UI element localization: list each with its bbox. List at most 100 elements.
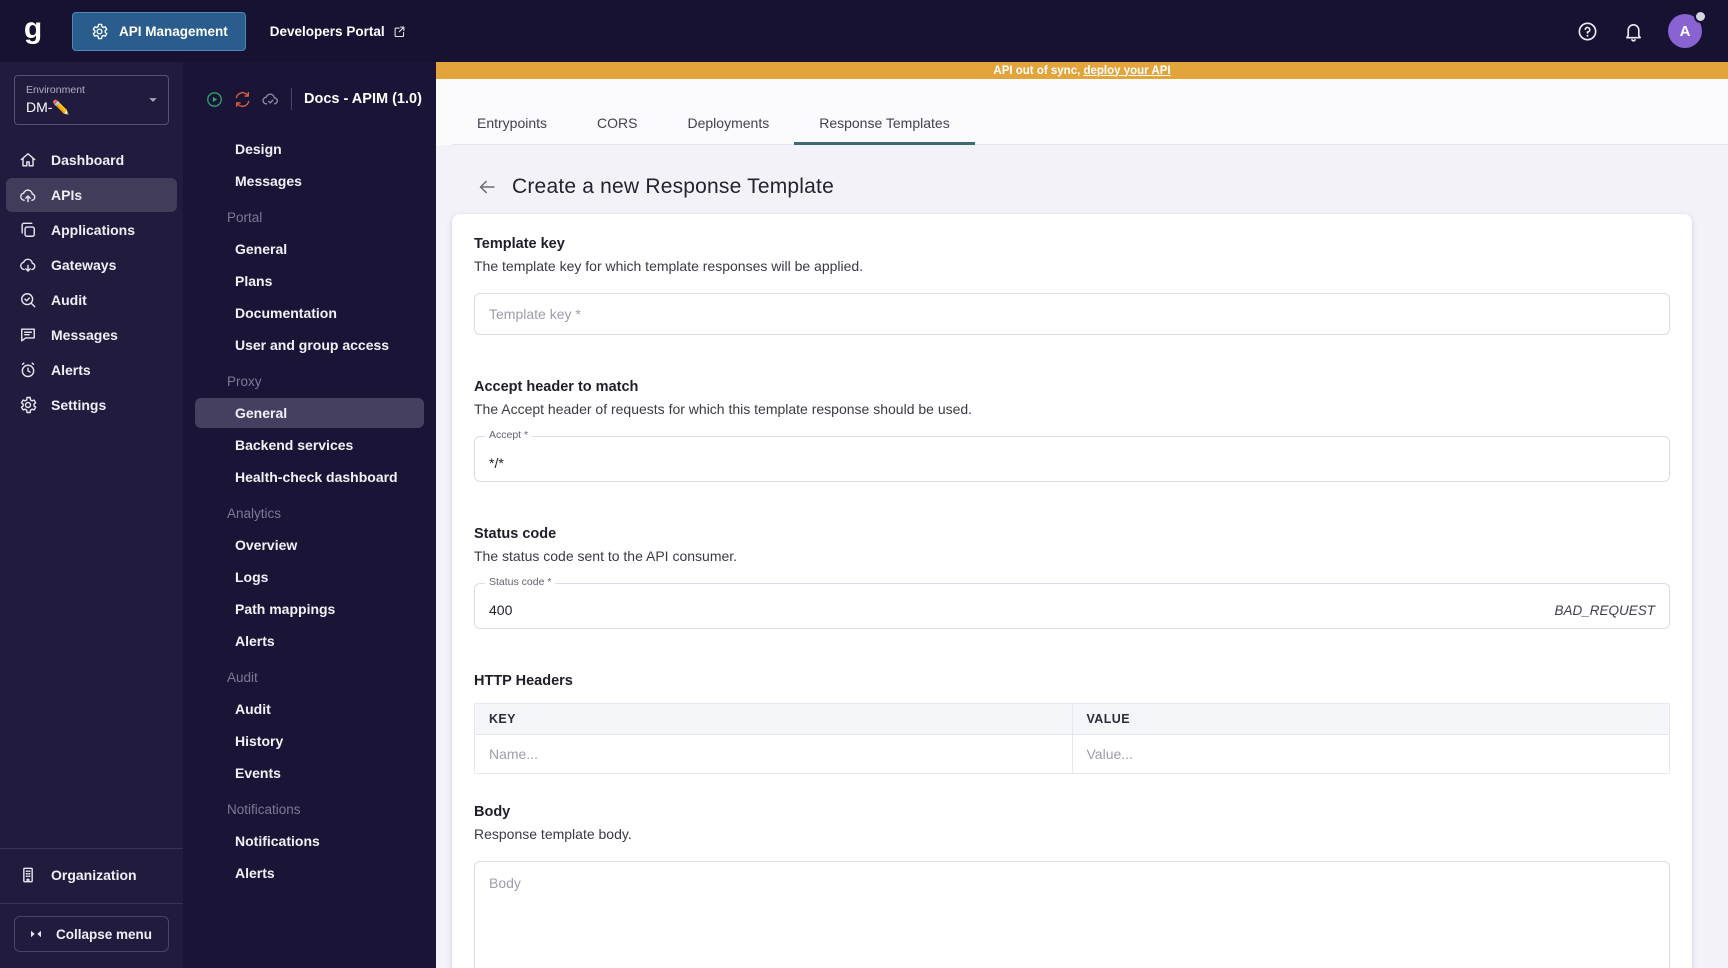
sidebar-item-label: Gateways [51, 257, 117, 273]
menu-item-alerts[interactable]: Alerts [195, 858, 424, 888]
copy-icon [18, 220, 38, 240]
sidebar-item-messages[interactable]: Messages [6, 318, 177, 352]
primary-sidebar: Environment DM-✏️ Dashboard APIs Applicati… [0, 62, 183, 968]
page-header: Create a new Response Template [476, 175, 1728, 199]
notifications-bell-icon[interactable] [1622, 20, 1645, 43]
collapse-menu-label: Collapse menu [56, 926, 153, 942]
tab-response-templates[interactable]: Response Templates [794, 101, 976, 145]
status-code-description: The status code sent to the API consumer… [474, 548, 738, 564]
back-arrow-icon[interactable] [476, 176, 498, 198]
header-key-input[interactable] [475, 735, 1072, 773]
menu-item-path-mappings[interactable]: Path mappings [195, 594, 424, 624]
organization-label: Organization [51, 867, 137, 883]
template-key-title: Template key [474, 236, 565, 252]
api-menu-groups: Design Messages Portal General Plans Document… [183, 116, 436, 906]
sidebar-item-label: Dashboard [51, 152, 125, 168]
menu-item-history[interactable]: History [195, 726, 424, 756]
collapse-menu-button[interactable]: Collapse menu [14, 916, 169, 952]
sidebar-nav: Dashboard APIs Applications Gateways Audit Me… [0, 135, 183, 422]
tab-entrypoints[interactable]: Entrypoints [452, 101, 572, 144]
status-code-input[interactable] [489, 602, 1543, 618]
banner-text: API out of sync, [993, 64, 1084, 77]
deploy-status-icon[interactable] [261, 90, 280, 109]
collapse-section: Collapse menu [0, 903, 183, 968]
sidebar-item-label: APIs [51, 187, 83, 203]
top-bar: g API Management Developers Portal A [0, 0, 1728, 62]
accept-header-title: Accept header to match [474, 379, 639, 395]
sidebar-item-gateways[interactable]: Gateways [6, 248, 177, 282]
sidebar-item-settings[interactable]: Settings [6, 388, 177, 422]
user-avatar[interactable]: A [1668, 10, 1707, 48]
http-headers-table: KEY VALUE [474, 703, 1670, 774]
menu-item-documentation[interactable]: Documentation [195, 298, 424, 328]
menu-item-notifications[interactable]: Notifications [195, 826, 424, 856]
api-management-button[interactable]: API Management [72, 11, 246, 51]
start-api-icon[interactable] [205, 90, 224, 109]
menu-item-audit[interactable]: Audit [195, 694, 424, 724]
menu-item-user-and-group-access[interactable]: User and group access [195, 330, 424, 360]
menu-item-plans[interactable]: Plans [195, 266, 424, 296]
status-code-field-label: Status code * [485, 576, 556, 588]
menu-item-health-check-dashboard[interactable]: Health-check dashboard [195, 462, 424, 492]
accept-field-label: Accept * [485, 429, 533, 441]
accept-header-description: The Accept header of requests for which … [474, 401, 973, 417]
sidebar-item-label: Audit [51, 292, 87, 308]
tab-deployments[interactable]: Deployments [663, 101, 795, 144]
help-icon[interactable] [1576, 20, 1599, 43]
api-title: Docs - APIM (1.0) [304, 91, 422, 107]
developers-portal-link[interactable]: Developers Portal [270, 24, 407, 39]
menu-item-events[interactable]: Events [195, 758, 424, 788]
body-textarea[interactable] [474, 861, 1670, 968]
menu-item-design[interactable]: Design [195, 134, 424, 164]
menu-item-backend-services[interactable]: Backend services [195, 430, 424, 460]
template-key-section: Template key The template key for which … [474, 236, 1670, 335]
menu-item-messages[interactable]: Messages [195, 166, 424, 196]
sidebar-item-audit[interactable]: Audit [6, 283, 177, 317]
http-headers-table-head: KEY VALUE [475, 704, 1669, 735]
environment-label: Environment [26, 84, 85, 96]
http-headers-section: HTTP Headers KEY VALUE [474, 673, 1670, 774]
template-key-input[interactable] [474, 293, 1670, 335]
menu-item-general[interactable]: General [195, 234, 424, 264]
home-icon [18, 150, 38, 170]
accept-header-section: Accept header to match The Accept header… [474, 379, 1670, 482]
status-code-hint: BAD_REQUEST [1554, 602, 1655, 618]
response-template-form: Template key The template key for which … [452, 214, 1692, 968]
api-sidebar: Docs - APIM (1.0) Design Messages Portal Ge… [183, 62, 436, 968]
out-of-sync-icon[interactable] [233, 90, 252, 109]
sidebar-item-apis[interactable]: APIs [6, 178, 177, 212]
tabs-block: Entrypoints CORS Deployments Response Templ… [436, 79, 1728, 145]
chat-icon [18, 325, 38, 345]
developers-portal-label: Developers Portal [269, 23, 385, 39]
sidebar-item-label: Messages [51, 327, 118, 343]
gear-icon [90, 22, 109, 41]
body-title: Body [474, 804, 511, 820]
sidebar-item-applications[interactable]: Applications [6, 213, 177, 247]
environment-selector[interactable]: Environment DM-✏️ [14, 75, 169, 125]
alarm-icon [18, 360, 38, 380]
menu-section-audit: Audit [227, 670, 258, 685]
deploy-api-link[interactable]: deploy your API [1083, 65, 1170, 77]
sidebar-item-alerts[interactable]: Alerts [6, 353, 177, 387]
menu-item-overview[interactable]: Overview [195, 530, 424, 560]
accept-input[interactable] [489, 455, 1655, 471]
status-code-section: Status code The status code sent to the … [474, 526, 1670, 629]
gravitee-logo-icon: g [23, 12, 43, 45]
page-title: Create a new Response Template [512, 175, 834, 198]
sidebar-item-organization[interactable]: Organization [6, 858, 177, 892]
avatar-status-badge [1694, 10, 1707, 23]
sidebar-item-label: Alerts [51, 362, 91, 378]
topbar-actions: A [1576, 10, 1707, 48]
tab-cors[interactable]: CORS [572, 101, 662, 144]
avatar-initial: A [1679, 22, 1691, 40]
menu-item-general[interactable]: General [195, 398, 424, 428]
menu-item-logs[interactable]: Logs [195, 562, 424, 592]
api-out-of-sync-banner: API out of sync, deploy your API [436, 62, 1728, 79]
menu-item-alerts[interactable]: Alerts [195, 626, 424, 656]
header-value-input[interactable] [1072, 735, 1669, 773]
external-link-icon [392, 24, 407, 39]
sidebar-item-dashboard[interactable]: Dashboard [6, 143, 177, 177]
api-management-label: API Management [119, 23, 228, 39]
header-divider [291, 88, 292, 110]
